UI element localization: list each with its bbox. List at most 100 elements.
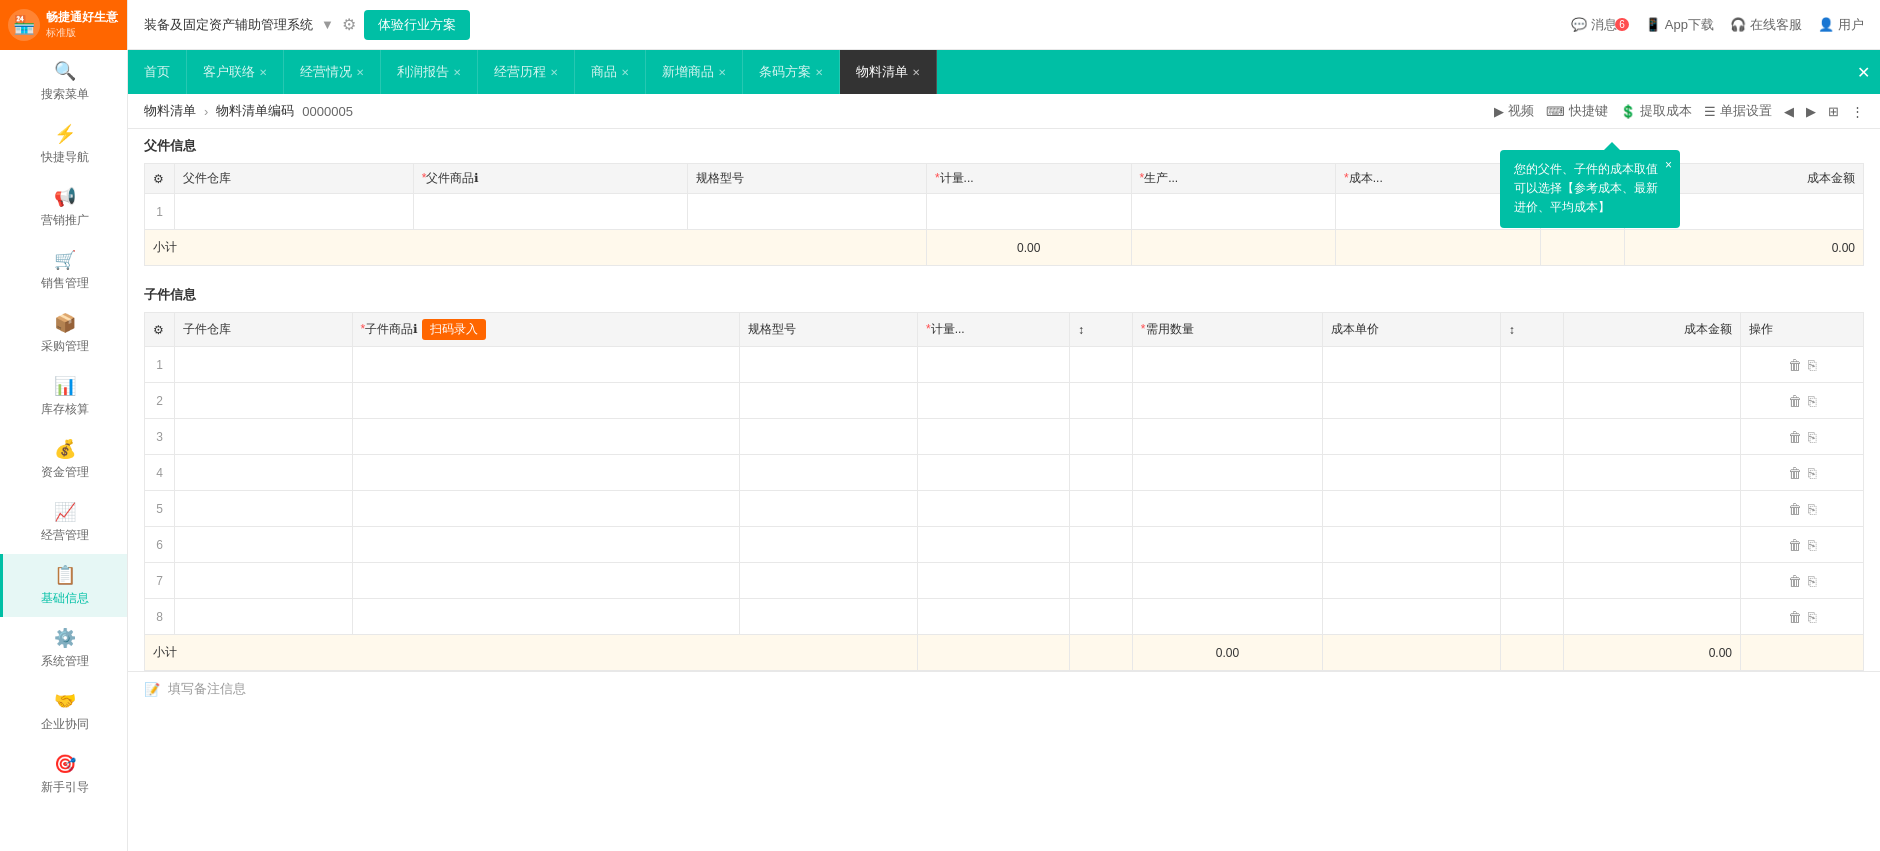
child-th-sort2[interactable]: ↕	[1500, 313, 1563, 347]
child-cell-sort2-6[interactable]	[1500, 527, 1563, 563]
parent-cell-produce-1[interactable]	[1131, 194, 1336, 230]
tab-home[interactable]: 首页	[128, 50, 187, 94]
child-cell-sort1-8[interactable]	[1070, 599, 1133, 635]
child-cell-product-1[interactable]	[352, 347, 740, 383]
child-cell-qty-1[interactable]	[1132, 347, 1322, 383]
child-cell-product-3[interactable]	[352, 419, 740, 455]
copy-icon[interactable]: ⎘	[1808, 357, 1816, 373]
child-cell-product-2[interactable]	[352, 383, 740, 419]
child-cell-unit-cost-6[interactable]	[1323, 527, 1501, 563]
tab-bom[interactable]: 物料清单 ✕	[840, 50, 937, 94]
child-th-setting[interactable]: ⚙	[145, 313, 175, 347]
copy-icon[interactable]: ⎘	[1808, 573, 1816, 589]
sidebar-item-purchase[interactable]: 📦 采购管理	[0, 302, 127, 365]
child-cell-unit-cost-8[interactable]	[1323, 599, 1501, 635]
sidebar-item-basic[interactable]: 📋 基础信息	[0, 554, 127, 617]
child-cell-qty-7[interactable]	[1132, 563, 1322, 599]
sidebar-item-marketing[interactable]: 📢 营销推广	[0, 176, 127, 239]
child-cell-spec-5[interactable]	[740, 491, 918, 527]
copy-icon[interactable]: ⎘	[1808, 501, 1816, 517]
sidebar-item-ops[interactable]: 📈 经营管理	[0, 491, 127, 554]
child-cell-warehouse-5[interactable]	[175, 491, 353, 527]
tab-goods[interactable]: 商品 ✕	[575, 50, 646, 94]
breadcrumb-bom-list[interactable]: 物料清单	[144, 102, 196, 120]
sidebar-item-guide[interactable]: 🎯 新手引导	[0, 743, 127, 806]
child-cell-spec-3[interactable]	[740, 419, 918, 455]
next-btn[interactable]: ▶	[1806, 104, 1816, 119]
scan-btn[interactable]: 扫码录入	[422, 319, 486, 340]
child-cell-qty-6[interactable]	[1132, 527, 1322, 563]
settings-icon[interactable]: ⚙	[342, 15, 356, 34]
tab-profit-close[interactable]: ✕	[453, 67, 461, 78]
user-btn[interactable]: 👤 用户	[1818, 16, 1864, 34]
child-cell-warehouse-8[interactable]	[175, 599, 353, 635]
delete-icon[interactable]: 🗑	[1788, 501, 1802, 517]
child-cell-unit-6[interactable]	[917, 527, 1069, 563]
child-cell-sort1-1[interactable]	[1070, 347, 1133, 383]
message-btn[interactable]: 💬 消息 6	[1571, 16, 1629, 34]
child-cell-spec-7[interactable]	[740, 563, 918, 599]
delete-icon[interactable]: 🗑	[1788, 465, 1802, 481]
delete-icon[interactable]: 🗑	[1788, 429, 1802, 445]
child-cell-unit-2[interactable]	[917, 383, 1069, 419]
tooltip-close-btn[interactable]: ×	[1665, 156, 1672, 175]
child-cell-spec-4[interactable]	[740, 455, 918, 491]
tab-ops-close[interactable]: ✕	[356, 67, 364, 78]
child-cell-unit-4[interactable]	[917, 455, 1069, 491]
child-cell-spec-8[interactable]	[740, 599, 918, 635]
child-cell-unit-3[interactable]	[917, 419, 1069, 455]
copy-icon[interactable]: ⎘	[1808, 465, 1816, 481]
shortcut-btn[interactable]: ⌨ 快捷键	[1546, 102, 1608, 120]
child-cell-sort1-5[interactable]	[1070, 491, 1133, 527]
child-cell-unit-cost-3[interactable]	[1323, 419, 1501, 455]
more-btn[interactable]: ⋮	[1851, 104, 1864, 119]
child-cell-product-8[interactable]	[352, 599, 740, 635]
tab-barcode-close[interactable]: ✕	[815, 67, 823, 78]
expand-btn[interactable]: ⊞	[1828, 104, 1839, 119]
child-cell-unit-7[interactable]	[917, 563, 1069, 599]
online-service-btn[interactable]: 🎧 在线客服	[1730, 16, 1802, 34]
child-cell-sort1-6[interactable]	[1070, 527, 1133, 563]
child-cell-unit-cost-5[interactable]	[1323, 491, 1501, 527]
setting-btn[interactable]: ☰ 单据设置	[1704, 102, 1772, 120]
tab-customer-close[interactable]: ✕	[259, 67, 267, 78]
app-download-btn[interactable]: 📱 App下载	[1645, 16, 1714, 34]
parent-cell-warehouse-1[interactable]	[175, 194, 414, 230]
delete-icon[interactable]: 🗑	[1788, 393, 1802, 409]
child-cell-unit-cost-2[interactable]	[1323, 383, 1501, 419]
parent-th-setting[interactable]: ⚙	[145, 164, 175, 194]
trial-btn[interactable]: 体验行业方案	[364, 10, 470, 40]
child-cell-sort1-2[interactable]	[1070, 383, 1133, 419]
child-cell-qty-4[interactable]	[1132, 455, 1322, 491]
child-cell-qty-8[interactable]	[1132, 599, 1322, 635]
dropdown-arrow-icon[interactable]: ▼	[321, 17, 334, 32]
tab-add-goods-close[interactable]: ✕	[718, 67, 726, 78]
sidebar-item-system[interactable]: ⚙️ 系统管理	[0, 617, 127, 680]
tab-history-close[interactable]: ✕	[550, 67, 558, 78]
tab-goods-close[interactable]: ✕	[621, 67, 629, 78]
copy-icon[interactable]: ⎘	[1808, 537, 1816, 553]
parent-cell-product-1[interactable]	[413, 194, 687, 230]
parent-cell-spec-1[interactable]	[688, 194, 927, 230]
delete-icon[interactable]: 🗑	[1788, 573, 1802, 589]
copy-icon[interactable]: ⎘	[1808, 393, 1816, 409]
child-cell-product-5[interactable]	[352, 491, 740, 527]
child-cell-qty-2[interactable]	[1132, 383, 1322, 419]
child-cell-sort2-7[interactable]	[1500, 563, 1563, 599]
sidebar-item-finance[interactable]: 💰 资金管理	[0, 428, 127, 491]
sidebar-item-quick-nav[interactable]: ⚡ 快捷导航	[0, 113, 127, 176]
child-cell-unit-1[interactable]	[917, 347, 1069, 383]
child-th-sort1[interactable]: ↕	[1070, 313, 1133, 347]
child-cell-unit-cost-7[interactable]	[1323, 563, 1501, 599]
child-cell-qty-5[interactable]	[1132, 491, 1322, 527]
child-cell-warehouse-7[interactable]	[175, 563, 353, 599]
child-cell-sort1-7[interactable]	[1070, 563, 1133, 599]
view-btn[interactable]: ▶ 视频	[1494, 102, 1534, 120]
copy-icon[interactable]: ⎘	[1808, 429, 1816, 445]
delete-icon[interactable]: 🗑	[1788, 537, 1802, 553]
child-cell-warehouse-3[interactable]	[175, 419, 353, 455]
close-all-tabs-btn[interactable]: ✕	[1847, 63, 1880, 82]
child-cell-sort2-4[interactable]	[1500, 455, 1563, 491]
child-cell-sort2-2[interactable]	[1500, 383, 1563, 419]
delete-icon[interactable]: 🗑	[1788, 357, 1802, 373]
